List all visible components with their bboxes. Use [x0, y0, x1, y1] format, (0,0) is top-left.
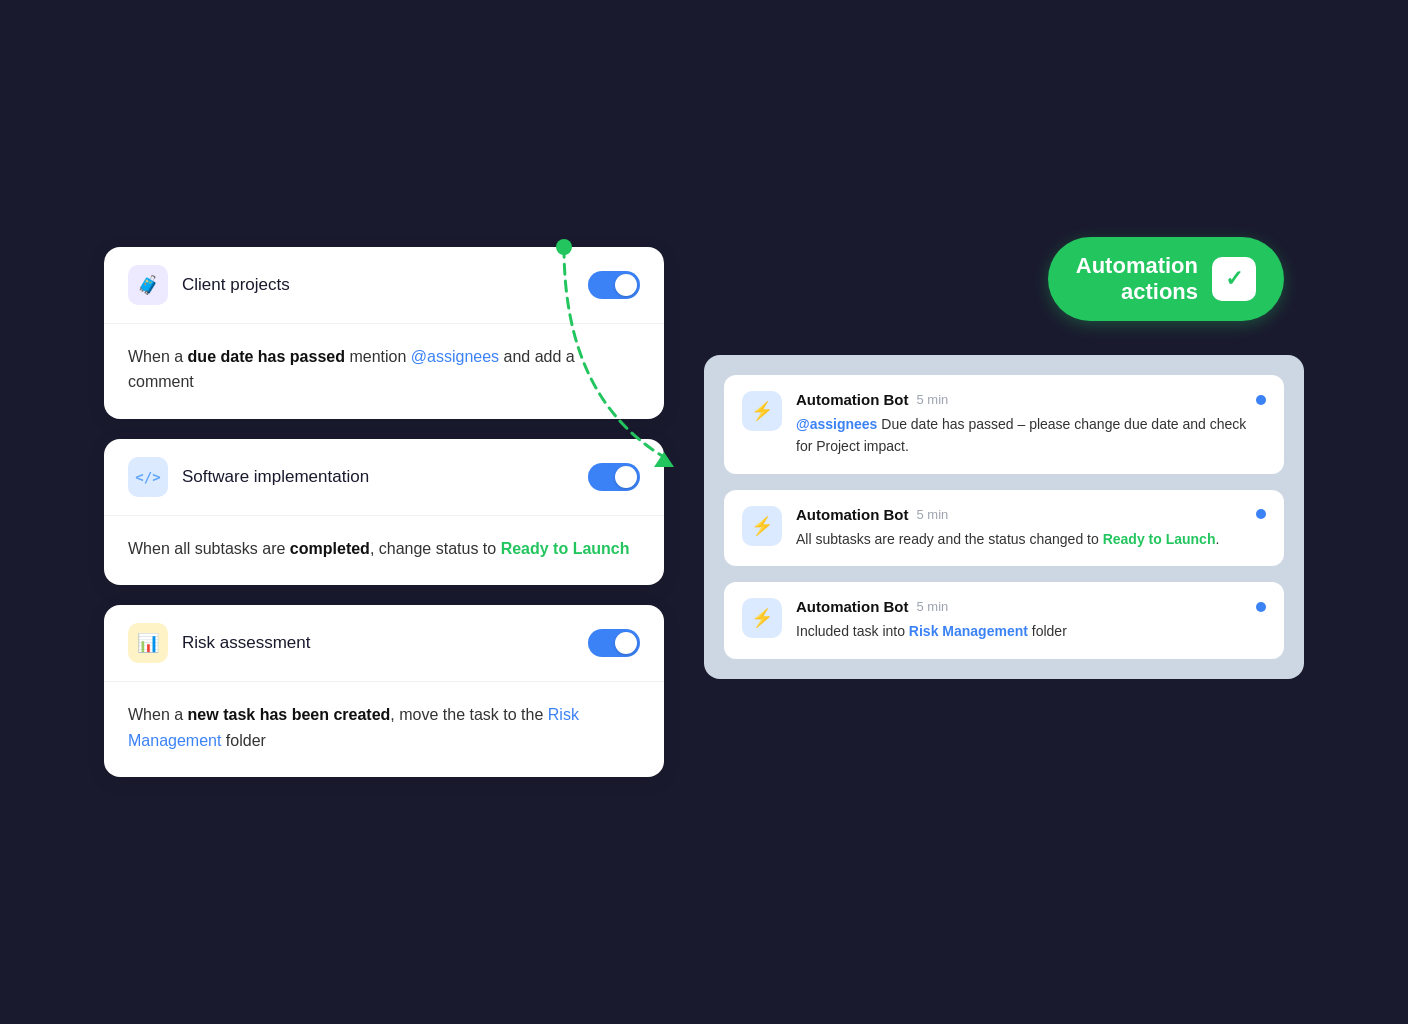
automation-actions-text: Automation actions	[1076, 253, 1198, 306]
card-header-risk: 📊 Risk assessment	[104, 605, 664, 682]
completed-text: completed	[290, 540, 370, 557]
chat-content-1: Automation Bot 5 min @assignees Due date…	[796, 391, 1266, 457]
due-date-text: due date has passed	[188, 348, 345, 365]
chat-header-row-1: Automation Bot 5 min	[796, 391, 1266, 408]
risk-body: When a new task has been created, move t…	[104, 682, 664, 777]
check-icon-box: ✓	[1212, 257, 1256, 301]
card-header-left-2: </> Software implementation	[128, 457, 369, 497]
assignees-link: @assignees	[411, 348, 499, 365]
chat-text-2: All subtasks are ready and the status ch…	[796, 529, 1266, 551]
bot-name-1: Automation Bot	[796, 391, 908, 408]
ready-to-launch-text-2: Ready to Launch	[1103, 531, 1216, 547]
time-label-1: 5 min	[916, 392, 948, 407]
time-label-3: 5 min	[916, 599, 948, 614]
client-projects-title: Client projects	[182, 275, 290, 295]
bot-name-2: Automation Bot	[796, 506, 908, 523]
right-panel: Automation actions ✓ ⚡ Automation Bot 5 …	[704, 237, 1304, 680]
connector-arrow	[554, 237, 794, 537]
lightning-icon-3: ⚡	[751, 607, 773, 629]
chart-icon: 📊	[137, 632, 159, 654]
chat-message-2: ⚡ Automation Bot 5 min All subtasks are …	[724, 490, 1284, 567]
new-task-text: new task has been created	[188, 706, 391, 723]
ready-to-launch-link: Ready to Launch	[501, 540, 630, 557]
chat-area: ⚡ Automation Bot 5 min @assignees Due da…	[704, 355, 1304, 679]
card-header-left: 🧳 Client projects	[128, 265, 290, 305]
online-dot-3	[1256, 602, 1266, 612]
chat-text-3: Included task into Risk Management folde…	[796, 621, 1266, 643]
code-icon: </>	[135, 469, 160, 485]
assignees-mention-1: @assignees	[796, 416, 877, 432]
chat-message-3: ⚡ Automation Bot 5 min Included task int…	[724, 582, 1284, 659]
online-dot-2	[1256, 509, 1266, 519]
briefcase-icon: 🧳	[137, 274, 159, 296]
software-title: Software implementation	[182, 467, 369, 487]
risk-toggle[interactable]	[588, 629, 640, 657]
software-icon-box: </>	[128, 457, 168, 497]
chat-content-3: Automation Bot 5 min Included task into …	[796, 598, 1266, 643]
online-dot-1	[1256, 395, 1266, 405]
client-projects-icon-box: 🧳	[128, 265, 168, 305]
chat-message-1: ⚡ Automation Bot 5 min @assignees Due da…	[724, 375, 1284, 473]
time-label-2: 5 min	[916, 507, 948, 522]
chat-content-2: Automation Bot 5 min All subtasks are re…	[796, 506, 1266, 551]
svg-marker-1	[654, 452, 674, 467]
automation-actions-button[interactable]: Automation actions ✓	[1048, 237, 1284, 322]
risk-icon-box: 📊	[128, 623, 168, 663]
risk-title: Risk assessment	[182, 633, 310, 653]
main-container: 🧳 Client projects When a due date has pa…	[64, 207, 1344, 818]
chat-header-row-2: Automation Bot 5 min	[796, 506, 1266, 523]
bot-avatar-3: ⚡	[742, 598, 782, 638]
card-header-left-3: 📊 Risk assessment	[128, 623, 310, 663]
risk-management-link-3: Risk Management	[909, 623, 1028, 639]
chat-text-1: @assignees Due date has passed – please …	[796, 414, 1266, 457]
chat-header-row-3: Automation Bot 5 min	[796, 598, 1266, 615]
checkmark-icon: ✓	[1225, 266, 1243, 292]
card-risk-assessment: 📊 Risk assessment When a new task has be…	[104, 605, 664, 777]
bot-name-3: Automation Bot	[796, 598, 908, 615]
